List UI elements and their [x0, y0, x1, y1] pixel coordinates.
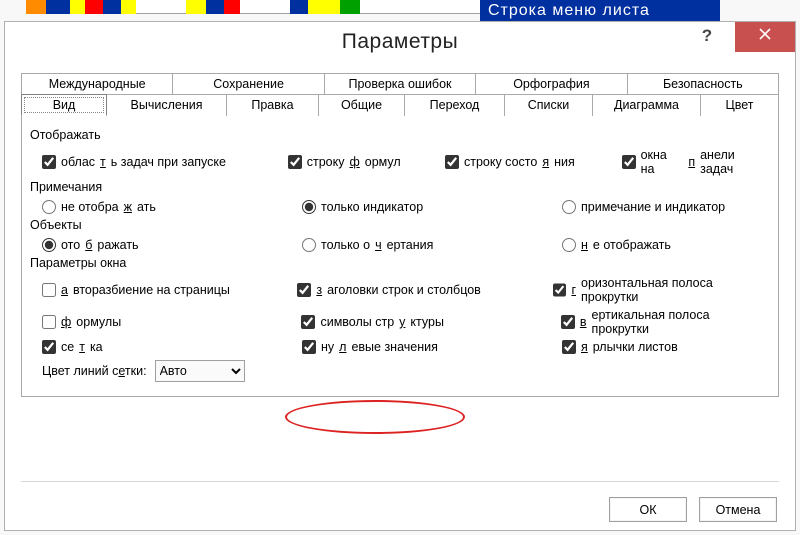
dialog-footer: ОК Отмена: [5, 497, 795, 522]
chk-page-breaks[interactable]: авторазбиение на страницы: [42, 283, 297, 297]
titlebar: Параметры ?: [5, 22, 795, 62]
chk-hscroll-box[interactable]: [553, 283, 567, 297]
chk-status-bar[interactable]: строку состояния: [445, 155, 622, 169]
chk-sheet-tabs[interactable]: ярлычки листов: [562, 340, 678, 354]
rad-comments-none-input[interactable]: [42, 200, 56, 214]
chk-formulas-box[interactable]: [42, 315, 56, 329]
screen: Строка меню листа Параметры ? Международ…: [0, 0, 800, 535]
group-comments: Примечания: [30, 180, 770, 194]
tab-save[interactable]: Сохранение: [173, 73, 324, 94]
tab-chart[interactable]: Диаграмма: [593, 94, 701, 116]
rad-objects-show-input[interactable]: [42, 238, 56, 252]
rad-objects-hide-input[interactable]: [562, 238, 576, 252]
chk-headers-box[interactable]: [297, 283, 311, 297]
tab-errorcheck[interactable]: Проверка ошибок: [325, 73, 476, 94]
rad-comments-indicator-input[interactable]: [302, 200, 316, 214]
chk-zero-values-box[interactable]: [302, 340, 316, 354]
chk-formula-bar[interactable]: строку формул: [288, 155, 445, 169]
chk-gridlines[interactable]: сетка: [42, 340, 302, 354]
tab-view[interactable]: Вид: [21, 94, 107, 116]
group-display: Отображать: [30, 128, 770, 142]
chk-status-bar-box[interactable]: [445, 155, 459, 169]
tab-calc[interactable]: Вычисления: [107, 94, 227, 116]
chk-formulas[interactable]: формулы: [42, 315, 301, 329]
rad-objects-placeholders[interactable]: только очертания: [302, 238, 562, 252]
chk-headers[interactable]: заголовки строк и столбцов: [297, 283, 552, 297]
chk-gridlines-box[interactable]: [42, 340, 56, 354]
rad-comments-both-input[interactable]: [562, 200, 576, 214]
rad-comments-none[interactable]: не отображать: [42, 200, 302, 214]
tab-international[interactable]: Международные: [21, 73, 173, 94]
tab-lists[interactable]: Списки: [505, 94, 593, 116]
tab-panel-view: Отображать область задач при запуске стр…: [21, 115, 779, 397]
group-window: Параметры окна: [30, 256, 770, 270]
rad-comments-both[interactable]: примечание и индикатор: [562, 200, 725, 214]
rad-objects-hide[interactable]: не отображать: [562, 238, 671, 252]
chk-zero-values[interactable]: нулевые значения: [302, 340, 562, 354]
rad-comments-indicator[interactable]: только индикатор: [302, 200, 562, 214]
chk-vscroll-box[interactable]: [561, 315, 575, 329]
gridline-color-select[interactable]: Авто: [155, 360, 245, 382]
tab-security[interactable]: Безопасность: [628, 73, 779, 94]
tab-general[interactable]: Общие: [319, 94, 405, 116]
background-caption: Строка меню листа: [480, 0, 720, 22]
chk-outline-box[interactable]: [301, 315, 315, 329]
tab-color[interactable]: Цвет: [701, 94, 779, 116]
chk-formula-bar-box[interactable]: [288, 155, 302, 169]
gridline-color-label: Цвет линий сетки:: [42, 364, 147, 378]
group-objects: Объекты: [30, 218, 770, 232]
chk-windows-taskbar-box[interactable]: [622, 155, 636, 169]
help-button[interactable]: ?: [685, 22, 729, 52]
footer-separator: [21, 481, 779, 482]
chk-taskpane-startup-box[interactable]: [42, 155, 56, 169]
rad-objects-placeholders-input[interactable]: [302, 238, 316, 252]
tab-edit[interactable]: Правка: [227, 94, 319, 116]
cancel-button[interactable]: Отмена: [699, 497, 777, 522]
close-button[interactable]: [735, 22, 795, 52]
dialog-title: Параметры: [5, 22, 795, 62]
tabs-row-upper: Международные Сохранение Проверка ошибок…: [21, 72, 779, 93]
chk-sheet-tabs-box[interactable]: [562, 340, 576, 354]
chk-windows-taskbar[interactable]: окна на панели задач: [622, 148, 770, 176]
chk-taskpane-startup[interactable]: область задач при запуске: [42, 155, 288, 169]
chk-vscroll[interactable]: вертикальная полоса прокрутки: [561, 308, 770, 336]
chk-page-breaks-box[interactable]: [42, 283, 56, 297]
tab-transition[interactable]: Переход: [405, 94, 505, 116]
tab-spelling[interactable]: Орфография: [476, 73, 627, 94]
rad-objects-show[interactable]: отображать: [42, 238, 302, 252]
chk-hscroll[interactable]: горизонтальная полоса прокрутки: [553, 276, 770, 304]
chk-outline[interactable]: символы структуры: [301, 315, 560, 329]
ok-button[interactable]: ОК: [609, 497, 687, 522]
tabs-row-lower: Вид Вычисления Правка Общие Переход Спис…: [21, 93, 779, 115]
options-dialog: Параметры ? Международные Сохранение Про…: [4, 21, 796, 531]
close-icon: [759, 28, 771, 40]
